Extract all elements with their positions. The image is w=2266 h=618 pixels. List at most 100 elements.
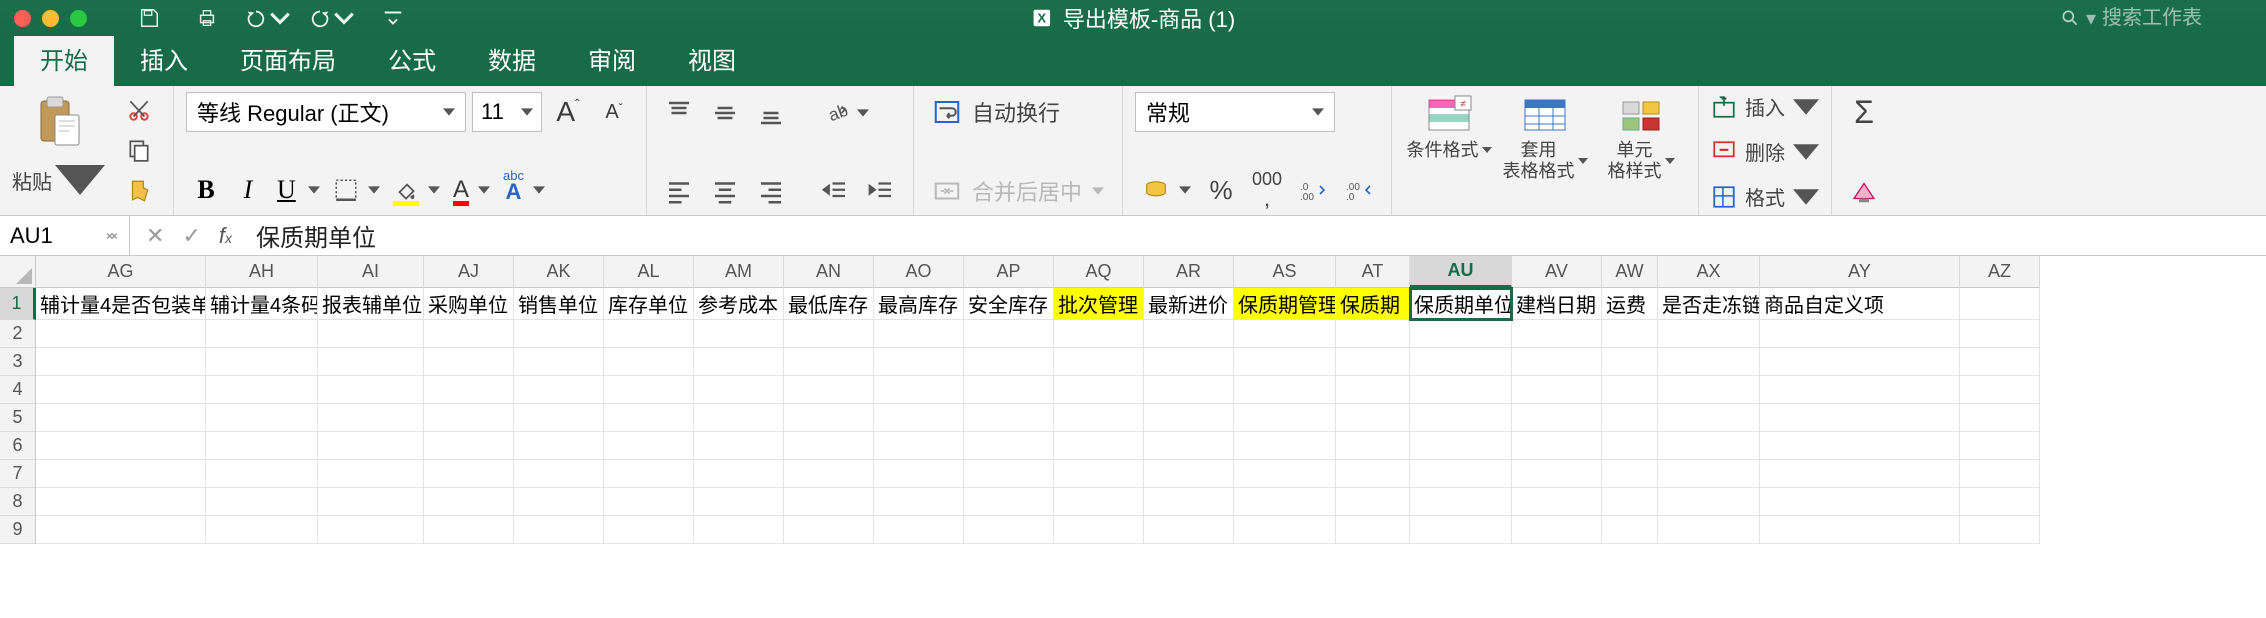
cell-AZ9[interactable]	[1960, 516, 2040, 544]
cell-AK4[interactable]	[514, 376, 604, 404]
cell-AR6[interactable]	[1144, 432, 1234, 460]
row-header-8[interactable]: 8	[0, 488, 36, 516]
cell-AW3[interactable]	[1602, 348, 1658, 376]
col-header-AX[interactable]: AX	[1658, 256, 1760, 288]
cell-AH7[interactable]	[206, 460, 318, 488]
row-header-7[interactable]: 7	[0, 460, 36, 488]
bold-button[interactable]: B	[186, 170, 226, 210]
col-header-AI[interactable]: AI	[318, 256, 424, 288]
cell-AT5[interactable]	[1336, 404, 1410, 432]
row-header-5[interactable]: 5	[0, 404, 36, 432]
cell-AV6[interactable]	[1512, 432, 1602, 460]
cell-AR1[interactable]: 最新进价	[1144, 288, 1234, 320]
clear-button[interactable]	[1844, 171, 1884, 211]
cell-AT3[interactable]	[1336, 348, 1410, 376]
cell-AU5[interactable]	[1410, 404, 1512, 432]
format-as-table-button[interactable]: 套用 表格格式	[1500, 92, 1590, 181]
cell-AM7[interactable]	[694, 460, 784, 488]
cell-AX6[interactable]	[1658, 432, 1760, 460]
phonetic-button[interactable]: abcA	[496, 169, 549, 211]
cell-AJ1[interactable]: 采购单位	[424, 288, 514, 320]
cell-AZ3[interactable]	[1960, 348, 2040, 376]
row-header-9[interactable]: 9	[0, 516, 36, 544]
cell-AJ9[interactable]	[424, 516, 514, 544]
cell-AG7[interactable]	[36, 460, 206, 488]
cell-AV3[interactable]	[1512, 348, 1602, 376]
cancel-formula-button[interactable]: ✕	[146, 223, 164, 249]
cell-AL7[interactable]	[604, 460, 694, 488]
cell-AO7[interactable]	[874, 460, 964, 488]
cell-AW4[interactable]	[1602, 376, 1658, 404]
cell-AI6[interactable]	[318, 432, 424, 460]
enter-formula-button[interactable]: ✓	[182, 223, 200, 249]
cell-AG5[interactable]	[36, 404, 206, 432]
minimize-window-button[interactable]	[42, 10, 59, 27]
formula-value[interactable]: 保质期单位	[248, 218, 2266, 253]
insert-cells-button[interactable]: 插入	[1711, 92, 1819, 121]
cell-AR5[interactable]	[1144, 404, 1234, 432]
cell-AQ7[interactable]	[1054, 460, 1144, 488]
cell-AO3[interactable]	[874, 348, 964, 376]
cell-AL3[interactable]	[604, 348, 694, 376]
cell-AJ6[interactable]	[424, 432, 514, 460]
autosum-button[interactable]: Σ	[1844, 92, 1884, 132]
cell-AU3[interactable]	[1410, 348, 1512, 376]
cell-AP4[interactable]	[964, 376, 1054, 404]
cell-AS9[interactable]	[1234, 516, 1336, 544]
increase-indent-button[interactable]	[861, 171, 901, 211]
cell-AM2[interactable]	[694, 320, 784, 348]
cell-AK1[interactable]: 销售单位	[514, 288, 604, 320]
wrap-text-button[interactable]: 自动换行	[926, 92, 1110, 132]
cell-AZ6[interactable]	[1960, 432, 2040, 460]
col-header-AP[interactable]: AP	[964, 256, 1054, 288]
cell-AO2[interactable]	[874, 320, 964, 348]
delete-cells-button[interactable]: 删除	[1711, 137, 1819, 166]
insert-function-button[interactable]: fx	[219, 223, 232, 249]
italic-button[interactable]: I	[228, 170, 268, 210]
cell-AQ5[interactable]	[1054, 404, 1144, 432]
cell-AO6[interactable]	[874, 432, 964, 460]
font-color-button[interactable]: A	[446, 169, 494, 211]
cell-AZ2[interactable]	[1960, 320, 2040, 348]
cell-AQ6[interactable]	[1054, 432, 1144, 460]
cell-AH8[interactable]	[206, 488, 318, 516]
conditional-format-button[interactable]: ≠ 条件格式	[1404, 92, 1494, 161]
cell-AI8[interactable]	[318, 488, 424, 516]
cell-AT2[interactable]	[1336, 320, 1410, 348]
cell-AP2[interactable]	[964, 320, 1054, 348]
cell-AR8[interactable]	[1144, 488, 1234, 516]
decrease-decimal-button[interactable]: .00.0	[1339, 170, 1379, 210]
font-name-selector[interactable]: 等线 Regular (正文)	[186, 92, 466, 132]
cell-AH4[interactable]	[206, 376, 318, 404]
cell-AR4[interactable]	[1144, 376, 1234, 404]
cell-AQ8[interactable]	[1054, 488, 1144, 516]
cell-AU2[interactable]	[1410, 320, 1512, 348]
cell-AG2[interactable]	[36, 320, 206, 348]
col-header-AO[interactable]: AO	[874, 256, 964, 288]
borders-button[interactable]	[326, 169, 384, 211]
cell-AI1[interactable]: 报表辅单位	[318, 288, 424, 320]
cell-AJ5[interactable]	[424, 404, 514, 432]
col-header-AS[interactable]: AS	[1234, 256, 1336, 288]
cell-AJ8[interactable]	[424, 488, 514, 516]
cell-AN7[interactable]	[784, 460, 874, 488]
cell-AJ7[interactable]	[424, 460, 514, 488]
number-format-selector[interactable]: 常规	[1135, 92, 1335, 132]
cell-AX3[interactable]	[1658, 348, 1760, 376]
decrease-indent-button[interactable]	[815, 171, 855, 211]
cell-AT7[interactable]	[1336, 460, 1410, 488]
cell-AS1[interactable]: 保质期管理	[1234, 288, 1336, 320]
align-middle-button[interactable]	[705, 93, 745, 133]
decrease-font-button[interactable]: Aˇ	[594, 92, 634, 132]
cell-AZ1[interactable]	[1960, 288, 2040, 320]
cell-AM5[interactable]	[694, 404, 784, 432]
cell-AW7[interactable]	[1602, 460, 1658, 488]
tab-视图[interactable]: 视图	[662, 33, 762, 86]
cell-AL2[interactable]	[604, 320, 694, 348]
cell-AL6[interactable]	[604, 432, 694, 460]
cell-AZ5[interactable]	[1960, 404, 2040, 432]
col-header-AT[interactable]: AT	[1336, 256, 1410, 288]
cell-AI2[interactable]	[318, 320, 424, 348]
cell-AV7[interactable]	[1512, 460, 1602, 488]
cell-AY5[interactable]	[1760, 404, 1960, 432]
